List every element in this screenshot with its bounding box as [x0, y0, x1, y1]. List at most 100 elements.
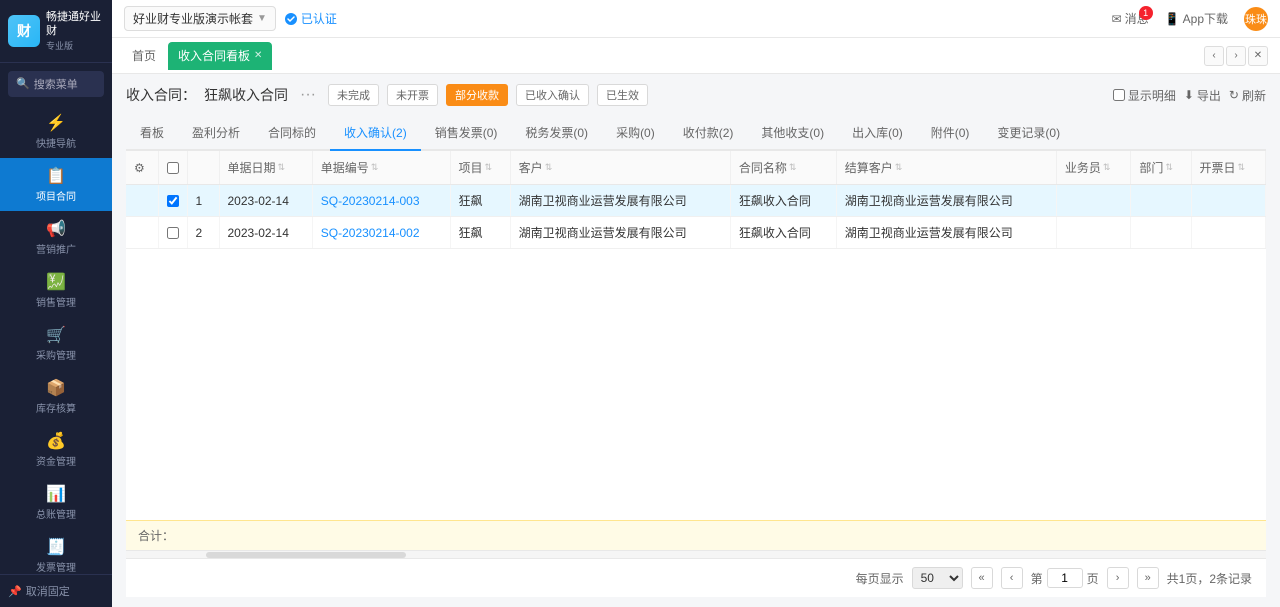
pin-icon: 📌 [8, 585, 22, 598]
sidebar-item-inventory[interactable]: 📦 库存核算 [0, 370, 112, 423]
tab-contract-std[interactable]: 合同标的 [254, 116, 330, 151]
show-detail-action[interactable]: 显示明细 [1113, 87, 1176, 104]
sidebar-item-project[interactable]: 📋 项目合同 [0, 158, 112, 211]
sort-contract-icon[interactable]: ⇅ [789, 162, 797, 173]
sort-project-icon[interactable]: ⇅ [485, 162, 493, 173]
page-next-btn[interactable]: › [1107, 567, 1129, 589]
tab-purchase[interactable]: 采购(0) [602, 116, 669, 151]
tab-nav-next[interactable]: › [1226, 46, 1246, 66]
export-button[interactable]: ⬇ 导出 [1184, 87, 1221, 104]
total-records: 共1页，2条记录 [1167, 570, 1252, 587]
status-partial-btn[interactable]: 部分收款 [446, 84, 508, 106]
cell-check-1 [158, 185, 187, 217]
contract-name: 狂飙收入合同 [204, 85, 288, 105]
sort-salesman-icon[interactable]: ⇅ [1103, 162, 1111, 173]
status-no-invoice-btn[interactable]: 未开票 [387, 84, 438, 106]
cell-settings-2 [126, 217, 158, 249]
bill-no-link-2[interactable]: SQ-20230214-002 [321, 226, 420, 240]
sort-bill-no-icon[interactable]: ⇅ [371, 162, 379, 173]
table-row[interactable]: 2 2023-02-14 SQ-20230214-002 狂飙 湖南卫视商业运营… [126, 217, 1266, 249]
page-info: 第 页 [1031, 568, 1099, 588]
sidebar-item-general[interactable]: 📊 总账管理 [0, 476, 112, 529]
topbar: 好业财专业版演示帐套 ▼ 已认证 ✉ 消息 1 📱 App下载 珠珠 [112, 0, 1280, 38]
page-last-btn[interactable]: » [1137, 567, 1159, 589]
tab-tax-invoice[interactable]: 税务发票(0) [511, 116, 602, 151]
tab-payment[interactable]: 收付款(2) [669, 116, 748, 151]
row-2-checkbox[interactable] [167, 227, 179, 239]
page-number-input[interactable] [1047, 568, 1083, 588]
cell-no-2: 2 [187, 217, 219, 249]
cell-open-date-1 [1191, 185, 1266, 217]
tab-nav-prev[interactable]: ‹ [1204, 46, 1224, 66]
tab-close-icon[interactable]: ✕ [254, 50, 262, 61]
message-button[interactable]: ✉ 消息 1 [1112, 10, 1149, 27]
content-area: 首页 收入合同看板 ✕ ‹ › ✕ 收入合同： 狂飙收入合同 ··· 未完成 未… [112, 38, 1280, 607]
status-effective-btn[interactable]: 已生效 [597, 84, 648, 106]
more-options-button[interactable]: ··· [296, 86, 320, 104]
cell-dept-2 [1131, 217, 1191, 249]
company-selector[interactable]: 好业财专业版演示帐套 ▼ [124, 6, 276, 31]
sidebar-item-invoice[interactable]: 🧾 发票管理 [0, 529, 112, 574]
sidebar-item-sales[interactable]: 💹 销售管理 [0, 264, 112, 317]
table-row[interactable]: 1 2023-02-14 SQ-20230214-003 狂飙 湖南卫视商业运营… [126, 185, 1266, 217]
cell-salesman-1 [1056, 185, 1130, 217]
verified-badge: 已认证 [284, 10, 337, 27]
tab-nav-close[interactable]: ✕ [1248, 46, 1268, 66]
cell-bill-no-1: SQ-20230214-003 [312, 185, 450, 217]
th-settings: ⚙ [126, 151, 158, 185]
bill-no-link-1[interactable]: SQ-20230214-003 [321, 194, 420, 208]
tab-home[interactable]: 首页 [124, 47, 164, 64]
cell-date-2: 2023-02-14 [219, 217, 312, 249]
tab-income-confirm[interactable]: 收入确认(2) [330, 116, 421, 151]
status-confirmed-btn[interactable]: 已收入确认 [516, 84, 589, 106]
cell-salesman-2 [1056, 217, 1130, 249]
tab-sales-invoice[interactable]: 销售发票(0) [421, 116, 512, 151]
refresh-button[interactable]: ↻ 刷新 [1229, 87, 1266, 104]
page-header-actions: 显示明细 ⬇ 导出 ↻ 刷新 [1113, 87, 1266, 104]
sidebar-item-purchase[interactable]: 🛒 采购管理 [0, 317, 112, 370]
tab-other-income[interactable]: 其他收支(0) [747, 116, 838, 151]
sort-date-icon[interactable]: ⇅ [278, 162, 286, 173]
sort-settle-icon[interactable]: ⇅ [895, 162, 903, 173]
tab-profit[interactable]: 盈利分析 [178, 116, 254, 151]
page-prev-btn[interactable]: ‹ [1001, 567, 1023, 589]
sidebar-item-quick-nav[interactable]: ⚡ 快捷导航 [0, 105, 112, 158]
general-icon: 📊 [46, 484, 66, 504]
search-menu-button[interactable]: 🔍 搜索菜单 [8, 71, 104, 97]
per-page-label: 每页显示 [856, 570, 904, 587]
cell-contract-1: 狂飙收入合同 [730, 185, 836, 217]
th-salesman: 业务员 ⇅ [1056, 151, 1130, 185]
tab-dashboard[interactable]: 看板 [126, 116, 178, 151]
cell-no-1: 1 [187, 185, 219, 217]
tab-income-contract[interactable]: 收入合同看板 ✕ [168, 42, 272, 70]
page-first-btn[interactable]: « [971, 567, 993, 589]
tab-inout[interactable]: 出入库(0) [838, 116, 917, 151]
sort-customer-icon[interactable]: ⇅ [545, 162, 553, 173]
scroll-track[interactable] [126, 550, 1266, 558]
topbar-right: ✉ 消息 1 📱 App下载 珠珠 [1112, 7, 1268, 31]
status-incomplete-btn[interactable]: 未完成 [328, 84, 379, 106]
sort-open-date-icon[interactable]: ⇅ [1238, 162, 1246, 173]
verified-icon [284, 12, 298, 26]
pin-button[interactable]: 📌 取消固定 [0, 575, 112, 607]
tab-attachment[interactable]: 附件(0) [917, 116, 984, 151]
sidebar-item-finance[interactable]: 💰 资金管理 [0, 423, 112, 476]
message-badge: 1 [1139, 6, 1153, 20]
sidebar-search-area: 🔍 搜索菜单 [0, 63, 112, 105]
row-1-checkbox[interactable] [167, 195, 179, 207]
select-all-checkbox[interactable] [167, 162, 179, 174]
sidebar-item-marketing[interactable]: 📢 营销推广 [0, 211, 112, 264]
per-page-select[interactable]: 50 100 200 [912, 567, 963, 589]
settings-icon[interactable]: ⚙ [134, 161, 145, 175]
th-open-date: 开票日 ⇅ [1191, 151, 1266, 185]
tab-change-log[interactable]: 变更记录(0) [983, 116, 1074, 151]
sort-dept-icon[interactable]: ⇅ [1165, 162, 1173, 173]
app-download-button[interactable]: 📱 App下载 [1165, 10, 1228, 27]
cell-contract-2: 狂飙收入合同 [730, 217, 836, 249]
cell-settle-1: 湖南卫视商业运营发展有限公司 [836, 185, 1056, 217]
table-container: ⚙ 单据日期 ⇅ [126, 151, 1266, 520]
user-avatar[interactable]: 珠珠 [1244, 7, 1268, 31]
app-logo-text: 畅捷通好业财 专业版 [46, 10, 104, 52]
company-chevron-icon: ▼ [257, 13, 267, 24]
show-detail-checkbox[interactable] [1113, 89, 1125, 101]
